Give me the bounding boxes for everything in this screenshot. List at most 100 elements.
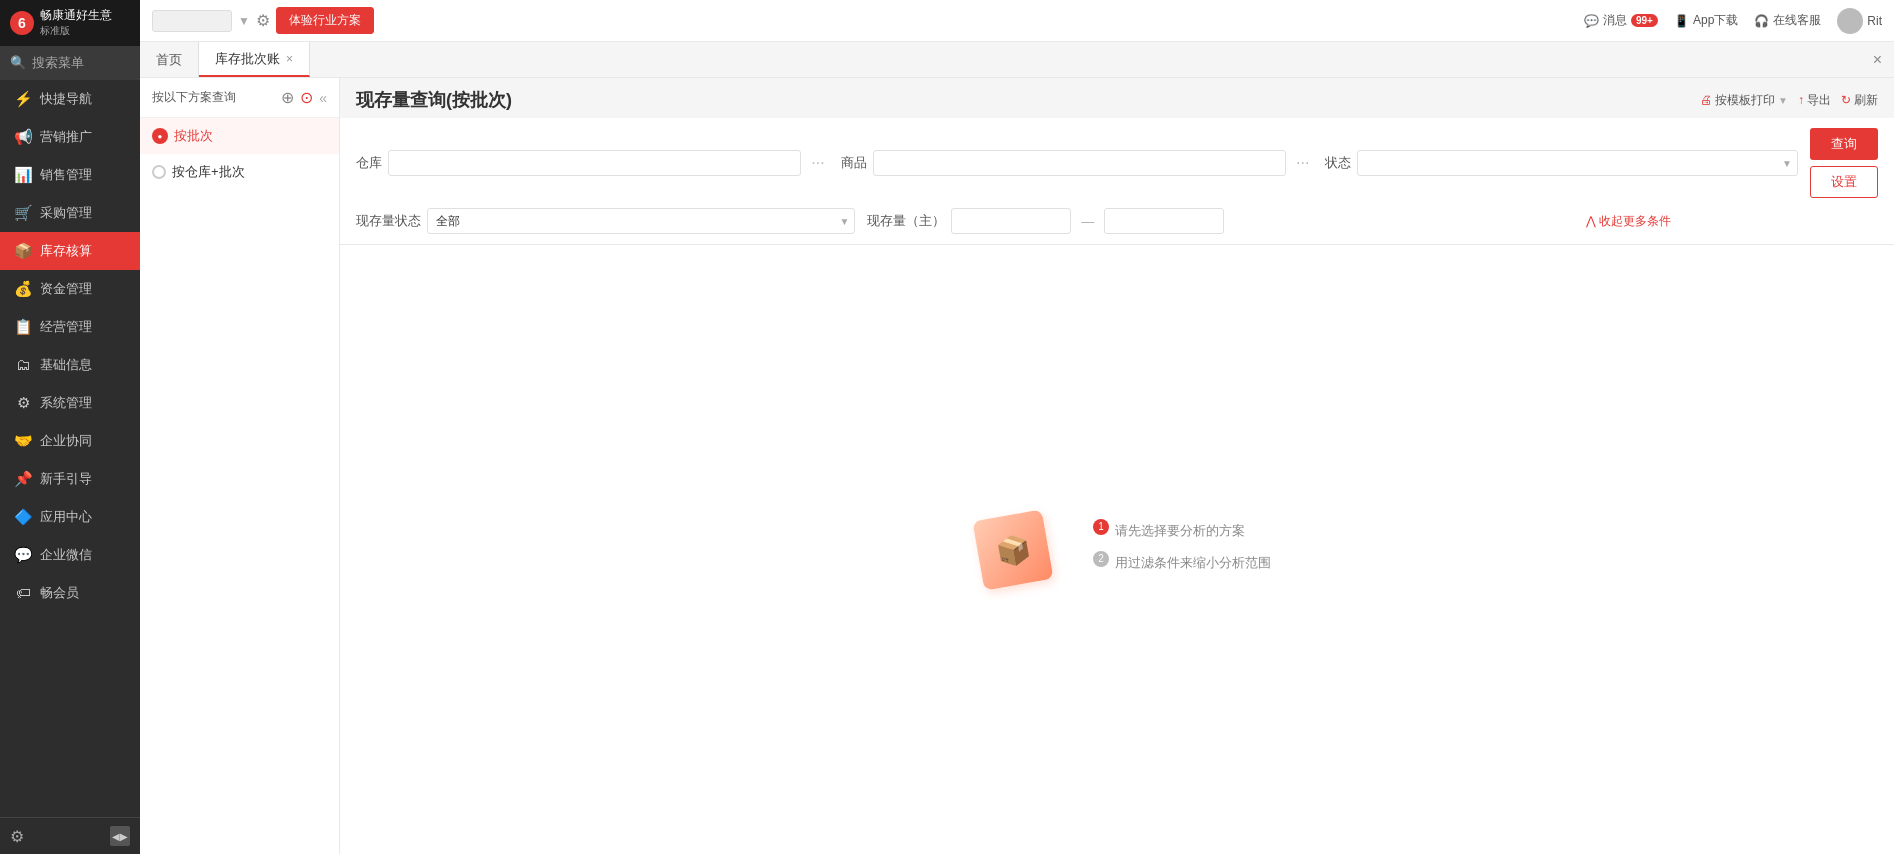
- product-filter: 商品 ···: [841, 150, 1314, 176]
- guide-icon: 📌: [14, 470, 32, 488]
- basic-icon: 🗂: [14, 356, 32, 374]
- stock-qty-max-input[interactable]: [1104, 208, 1224, 234]
- product-input[interactable]: [873, 150, 1286, 176]
- breadcrumb-input[interactable]: [152, 10, 232, 32]
- right-panel: 现存量查询(按批次) 🖨 按模板打印 ▼ ↑ 导出 ↻ 刷新: [340, 78, 1894, 854]
- left-panel-actions: ⊕ ⊙ «: [281, 88, 327, 107]
- sidebar-menu: ⚡ 快捷导航 📢 营销推广 📊 销售管理 🛒 采购管理 📦 库存核算 💰 资金管…: [0, 80, 140, 817]
- sidebar-item-apps[interactable]: 🔷 应用中心: [0, 498, 140, 536]
- sidebar-item-label: 快捷导航: [40, 90, 92, 108]
- hint-1-num: 1: [1093, 519, 1109, 535]
- print-dropdown-icon[interactable]: ▼: [1778, 95, 1788, 106]
- online-service-btn[interactable]: 🎧 在线客服: [1754, 12, 1821, 29]
- refresh-icon: ↻: [1841, 93, 1851, 107]
- experience-btn[interactable]: 体验行业方案: [276, 7, 374, 34]
- sidebar-item-guide[interactable]: 📌 新手引导: [0, 460, 140, 498]
- app-version: 标准版: [40, 24, 112, 38]
- messages-badge: 99+: [1631, 14, 1658, 27]
- sidebar-item-enterprise[interactable]: 🤝 企业协同: [0, 422, 140, 460]
- scheme-item-warehouse-batch[interactable]: 按仓库+批次: [140, 154, 339, 190]
- sidebar-item-label: 采购管理: [40, 204, 92, 222]
- sidebar-item-label: 系统管理: [40, 394, 92, 412]
- marketing-icon: 📢: [14, 128, 32, 146]
- sidebar-item-label: 经营管理: [40, 318, 92, 336]
- refresh-btn[interactable]: ↻ 刷新: [1841, 92, 1878, 109]
- sidebar-footer: ⚙ ◀▶: [0, 817, 140, 854]
- search-icon: 🔍: [10, 55, 26, 70]
- sidebar-item-shortcut[interactable]: ⚡ 快捷导航: [0, 80, 140, 118]
- sidebar-scroll-btn[interactable]: ◀▶: [110, 826, 130, 846]
- batch-label: 按批次: [174, 127, 213, 145]
- warehouse-input[interactable]: [388, 150, 801, 176]
- topbar: ▼ ⚙ 体验行业方案 💬 消息 99+ 📱 App下载 🎧 在线客服 Rit: [140, 0, 1894, 42]
- sidebar-header: 6 畅康通好生意 标准版: [0, 0, 140, 46]
- query-btn[interactable]: 查询: [1810, 128, 1878, 160]
- tab-close-right-btn[interactable]: ×: [1861, 42, 1894, 77]
- empty-illustration: 📦: [963, 500, 1063, 600]
- app-download-label: App下载: [1693, 12, 1738, 29]
- sidebar-item-operations[interactable]: 📋 经营管理: [0, 308, 140, 346]
- sidebar-item-marketing[interactable]: 📢 营销推广: [0, 118, 140, 156]
- sidebar: 6 畅康通好生意 标准版 🔍 搜索菜单 ⚡ 快捷导航 📢 营销推广 📊 销售管理…: [0, 0, 140, 854]
- scheme-item-batch[interactable]: ● 按批次: [140, 118, 339, 154]
- sidebar-item-finance[interactable]: 💰 资金管理: [0, 270, 140, 308]
- settings-icon[interactable]: ⚙: [10, 827, 24, 846]
- settings-scheme-btn[interactable]: ⊙: [300, 88, 313, 107]
- sidebar-item-label: 基础信息: [40, 356, 92, 374]
- stock-qty-label: 现存量（主）: [867, 212, 945, 230]
- collapse-btn[interactable]: ⋀ 收起更多条件: [1586, 213, 1671, 230]
- filter-row-1: 仓库 ··· 商品 ··· 状态: [356, 128, 1878, 198]
- collapse-panel-btn[interactable]: «: [319, 90, 327, 106]
- print-btn[interactable]: 🖨 按模板打印 ▼: [1700, 92, 1788, 109]
- user-profile-btn[interactable]: Rit: [1837, 8, 1882, 34]
- status-select[interactable]: [1357, 150, 1798, 176]
- hint-1-text: 请先选择要分析的方案: [1115, 518, 1245, 544]
- empty-text: 1 请先选择要分析的方案 2 用过滤条件来缩小分析范围: [1093, 518, 1271, 582]
- export-btn[interactable]: ↑ 导出: [1798, 92, 1831, 109]
- empty-state: 📦 1 请先选择要分析的方案 2 用过滤条件来缩小分析范围: [340, 245, 1894, 854]
- warehouse-label: 仓库: [356, 154, 382, 172]
- sidebar-item-sales[interactable]: 📊 销售管理: [0, 156, 140, 194]
- sidebar-item-basic[interactable]: 🗂 基础信息: [0, 346, 140, 384]
- sidebar-item-inventory[interactable]: 📦 库存核算: [0, 232, 140, 270]
- collapse-label: 收起更多条件: [1599, 213, 1671, 230]
- enterprise-icon: 🤝: [14, 432, 32, 450]
- sidebar-search[interactable]: 🔍 搜索菜单: [0, 46, 140, 80]
- dropdown-icon[interactable]: ▼: [238, 14, 250, 28]
- collapse-chevron-icon: ⋀: [1586, 214, 1596, 228]
- app-download-btn[interactable]: 📱 App下载: [1674, 12, 1738, 29]
- sidebar-item-wechat[interactable]: 💬 企业微信: [0, 536, 140, 574]
- tab-inventory-batch[interactable]: 库存批次账 ×: [199, 42, 310, 77]
- sidebar-item-system[interactable]: ⚙ 系统管理: [0, 384, 140, 422]
- sidebar-item-label: 企业微信: [40, 546, 92, 564]
- product-dots[interactable]: ···: [1292, 154, 1313, 172]
- sales-icon: 📊: [14, 166, 32, 184]
- topbar-right: 💬 消息 99+ 📱 App下载 🎧 在线客服 Rit: [1584, 8, 1882, 34]
- sidebar-item-member[interactable]: 🏷 畅会员: [0, 574, 140, 612]
- username: Rit: [1867, 14, 1882, 28]
- stock-status-select-wrapper: 全部 有库存 无库存 ▼: [427, 208, 855, 234]
- page-header: 现存量查询(按批次) 🖨 按模板打印 ▼ ↑ 导出 ↻ 刷新: [340, 78, 1894, 118]
- left-panel-header: 按以下方案查询 ⊕ ⊙ «: [140, 78, 339, 118]
- tab-close-btn[interactable]: ×: [286, 53, 293, 65]
- status-select-wrapper: ▼: [1357, 150, 1798, 176]
- product-label: 商品: [841, 154, 867, 172]
- filter-area: 仓库 ··· 商品 ··· 状态: [340, 118, 1894, 245]
- tab-inventory-batch-label: 库存批次账: [215, 50, 280, 68]
- tab-home-label: 首页: [156, 51, 182, 69]
- content-area: 按以下方案查询 ⊕ ⊙ « ● 按批次 按仓库+批次: [140, 78, 1894, 854]
- qty-dash: —: [1081, 214, 1094, 229]
- status-filter: 状态 ▼: [1325, 150, 1798, 176]
- add-scheme-btn[interactable]: ⊕: [281, 88, 294, 107]
- settings-btn[interactable]: 设置: [1810, 166, 1878, 198]
- warehouse-dots[interactable]: ···: [807, 154, 828, 172]
- stock-status-select[interactable]: 全部 有库存 无库存: [427, 208, 855, 234]
- sidebar-item-label: 营销推广: [40, 128, 92, 146]
- stock-status-filter: 现存量状态 全部 有库存 无库存 ▼: [356, 208, 855, 234]
- sidebar-item-purchase[interactable]: 🛒 采购管理: [0, 194, 140, 232]
- left-panel: 按以下方案查询 ⊕ ⊙ « ● 按批次 按仓库+批次: [140, 78, 340, 854]
- stock-qty-min-input[interactable]: [951, 208, 1071, 234]
- settings-topbar-icon[interactable]: ⚙: [256, 11, 270, 30]
- messages-btn[interactable]: 💬 消息 99+: [1584, 12, 1658, 29]
- tab-home[interactable]: 首页: [140, 42, 199, 77]
